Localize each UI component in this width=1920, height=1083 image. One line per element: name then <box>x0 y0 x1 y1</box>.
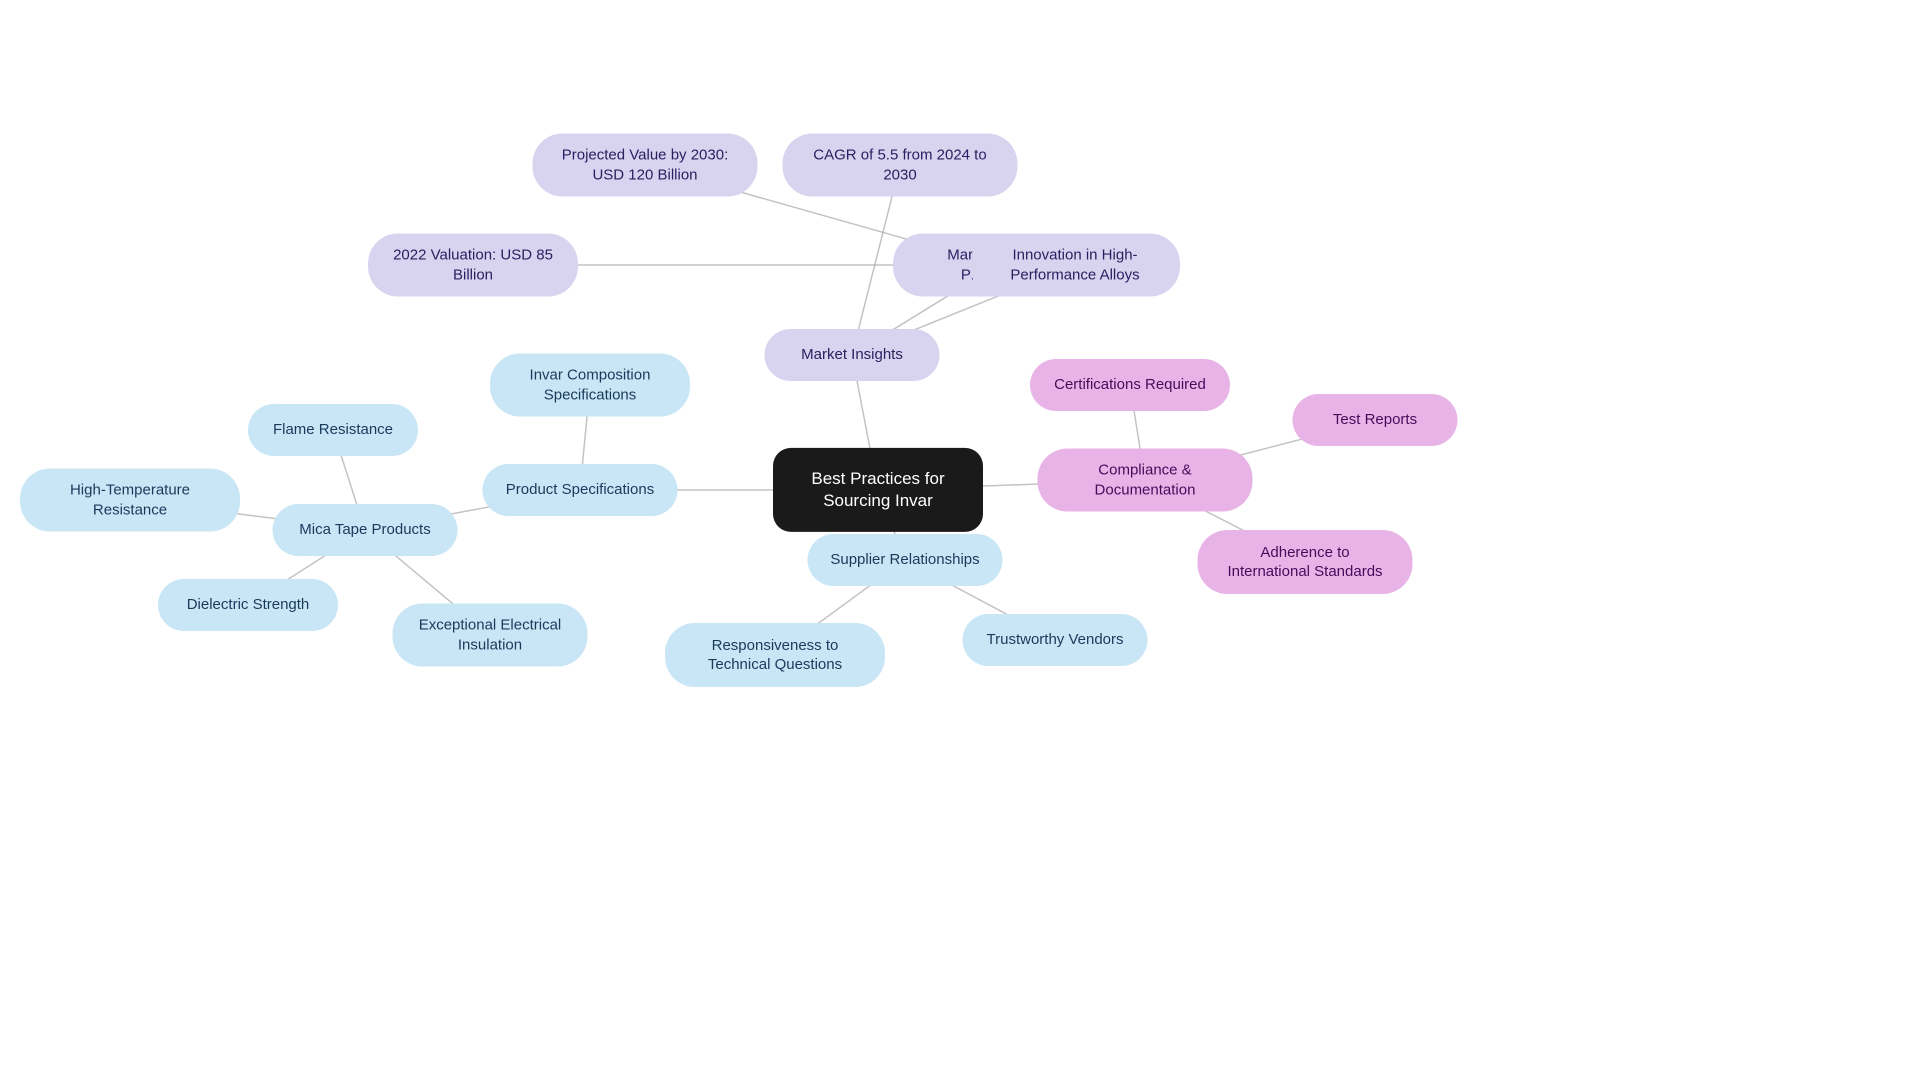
node-product_specs: Product Specifications <box>483 464 678 516</box>
node-high_temp: High-Temperature Resistance <box>20 469 240 532</box>
node-test_reports: Test Reports <box>1293 394 1458 446</box>
node-invar_comp: Invar Composition Specifications <box>490 354 690 417</box>
node-cagr: CAGR of 5.5 from 2024 to 2030 <box>783 134 1018 197</box>
node-dielectric: Dielectric Strength <box>158 579 338 631</box>
node-supplier_rel: Supplier Relationships <box>808 534 1003 586</box>
node-valuation_2022: 2022 Valuation: USD 85 Billion <box>368 234 578 297</box>
node-market_insights: Market Insights <box>765 329 940 381</box>
node-certifications: Certifications Required <box>1030 359 1230 411</box>
node-innovation: Innovation in High-Performance Alloys <box>970 234 1180 297</box>
node-flame_resist: Flame Resistance <box>248 404 418 456</box>
node-projected_value: Projected Value by 2030: USD 120 Billion <box>533 134 758 197</box>
node-center: Best Practices for Sourcing Invar <box>773 448 983 532</box>
node-responsiveness: Responsiveness to Technical Questions <box>665 623 885 687</box>
node-compliance: Compliance & Documentation <box>1038 449 1253 512</box>
node-adherence: Adherence to International Standards <box>1198 530 1413 594</box>
node-mica_tape: Mica Tape Products <box>273 504 458 556</box>
node-trustworthy: Trustworthy Vendors <box>963 614 1148 666</box>
node-exceptional_elec: Exceptional Electrical Insulation <box>393 604 588 667</box>
mind-map-canvas: Best Practices for Sourcing Invar Market … <box>0 0 1920 1083</box>
